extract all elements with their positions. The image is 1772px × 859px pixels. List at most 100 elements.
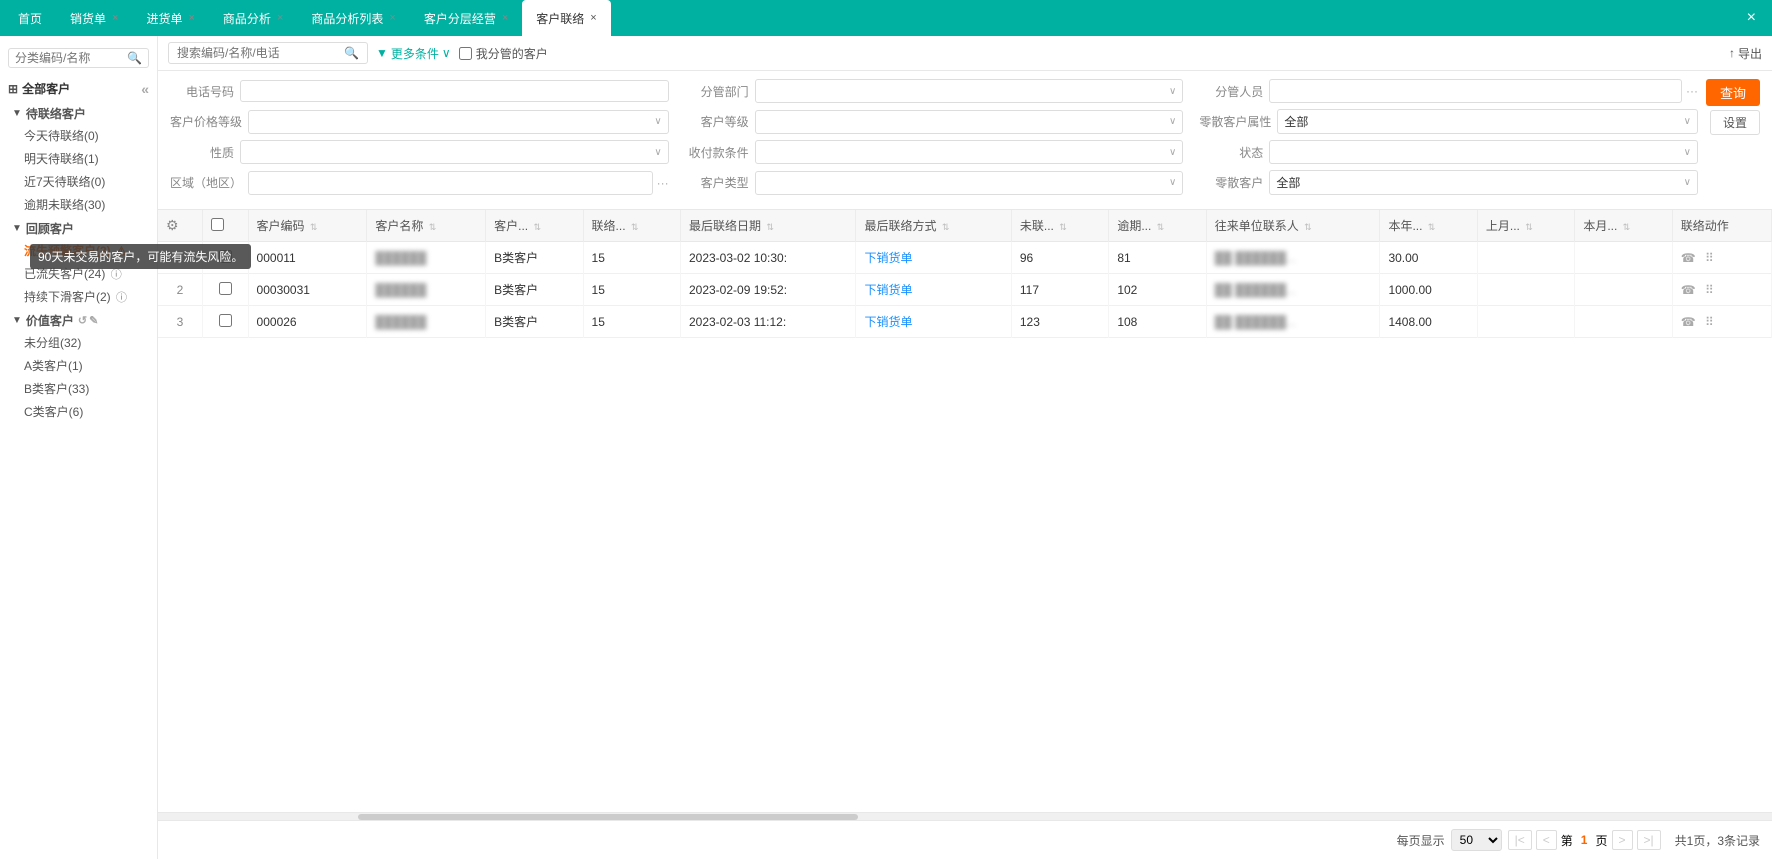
sidebar-item-class-a[interactable]: A类客户(1)	[0, 354, 157, 377]
row-last-method[interactable]: 下销货单	[856, 274, 1011, 306]
close-tab-sales[interactable]: ×	[112, 12, 118, 24]
col-contact[interactable]: 联络... ⇅	[583, 210, 680, 242]
row-last-method[interactable]: 下销货单	[856, 306, 1011, 338]
table-row: 1 000011 ██████ B类客户 15 2023-03-02 10:30…	[158, 242, 1772, 274]
col-last-method[interactable]: 最后联络方式 ⇅	[856, 210, 1011, 242]
dept-select[interactable]: ∨	[755, 79, 1184, 103]
close-tab-customer-contact[interactable]: ×	[590, 12, 596, 24]
sparse-customer-select[interactable]: 全部 ∨	[1269, 170, 1698, 195]
last-page-button[interactable]: >|	[1637, 830, 1661, 850]
search-box[interactable]: 🔍	[168, 42, 368, 64]
row-contacts: ██ ██████...	[1206, 306, 1380, 338]
col-type[interactable]: 客户... ⇅	[486, 210, 583, 242]
col-checkbox[interactable]	[202, 210, 248, 242]
sidebar-item-overdue-contact[interactable]: 逾期未联络(30)	[0, 193, 157, 216]
col-contacts[interactable]: 往来单位联系人 ⇅	[1206, 210, 1380, 242]
action-more-icon[interactable]: ⠿	[1705, 315, 1714, 329]
sidebar-group-lost-customers[interactable]: ▼ 回顾客户	[0, 216, 157, 239]
col-settings[interactable]: ⚙	[158, 210, 202, 242]
manager-select[interactable]	[1269, 79, 1682, 103]
row-checkbox-cell[interactable]	[202, 306, 248, 338]
row-checkbox-cell[interactable]	[202, 274, 248, 306]
payment-select[interactable]: ∨	[755, 140, 1184, 164]
tab-analysis-list[interactable]: 商品分析列表 ×	[297, 0, 409, 36]
col-overdue[interactable]: 逾期... ⇅	[1109, 210, 1206, 242]
sidebar-item-tomorrow[interactable]: 明天待联络(1)	[0, 147, 157, 170]
tab-analysis[interactable]: 商品分析 ×	[209, 0, 297, 36]
settings-button[interactable]: 设置	[1710, 110, 1760, 135]
sidebar-item-week[interactable]: 近7天待联络(0)	[0, 170, 157, 193]
filter-cell-region: 区域（地区） ···	[170, 171, 669, 195]
last-method-link[interactable]: 下销货单	[864, 315, 912, 329]
sidebar-group-value-customers[interactable]: ▼ 价值客户 ↺ ✎	[0, 308, 157, 331]
prev-page-button[interactable]: <	[1536, 830, 1557, 850]
action-more-icon[interactable]: ⠿	[1705, 251, 1714, 265]
tab-purchase[interactable]: 进货单 ×	[132, 0, 208, 36]
col-last-month[interactable]: 上月... ⇅	[1477, 210, 1574, 242]
tab-customer-contact[interactable]: 客户联络 ×	[522, 0, 610, 36]
sidebar-search-box[interactable]: 🔍	[8, 48, 149, 68]
my-customers-checkbox[interactable]	[459, 47, 472, 60]
export-icon: ↑	[1729, 46, 1735, 60]
more-options-icon[interactable]: ···	[1686, 84, 1698, 98]
row-checkbox[interactable]	[219, 314, 232, 327]
scrollbar-thumb[interactable]	[358, 814, 858, 820]
region-more-icon[interactable]: ···	[657, 176, 669, 190]
tab-home[interactable]: 首页	[4, 0, 56, 36]
nature-select[interactable]: ∨	[240, 140, 669, 164]
collapse-sidebar-btn[interactable]: «	[141, 81, 149, 97]
customer-tier-select[interactable]: ∨	[755, 110, 1184, 134]
col-this-month[interactable]: 本月... ⇅	[1575, 210, 1672, 242]
col-uncontacted[interactable]: 未联... ⇅	[1011, 210, 1108, 242]
export-button[interactable]: ↑ 导出	[1729, 45, 1762, 62]
customer-type-select[interactable]: ∨	[755, 171, 1184, 195]
first-page-button[interactable]: |<	[1508, 830, 1532, 850]
action-contact-icon[interactable]: ☎	[1681, 315, 1696, 329]
sidebar-item-declining[interactable]: 持续下滑客户(2) ⓘ	[0, 285, 157, 308]
action-more-icon[interactable]: ⠿	[1705, 283, 1714, 297]
price-tier-select[interactable]: ∨	[248, 110, 669, 134]
close-tab-purchase[interactable]: ×	[188, 12, 194, 24]
col-last-date[interactable]: 最后联络日期 ⇅	[680, 210, 856, 242]
next-page-button[interactable]: >	[1612, 830, 1633, 850]
last-method-link[interactable]: 下销货单	[864, 283, 912, 297]
close-window-btn[interactable]: ×	[1735, 9, 1768, 27]
region-select[interactable]	[248, 171, 653, 195]
close-tab-customer-tier[interactable]: ×	[502, 12, 508, 24]
action-contact-icon[interactable]: ☎	[1681, 251, 1696, 265]
col-this-year[interactable]: 本年... ⇅	[1380, 210, 1477, 242]
row-checkbox[interactable]	[219, 282, 232, 295]
close-tab-analysis[interactable]: ×	[277, 12, 283, 24]
query-button[interactable]: 查询	[1706, 79, 1760, 106]
all-customers-section[interactable]: ⊞ 全部客户 «	[0, 76, 157, 101]
more-filters-button[interactable]: ▼ 更多条件 ∨	[376, 45, 451, 62]
sidebar-item-unsorted[interactable]: 未分组(32)	[0, 331, 157, 354]
status-select[interactable]: ∨	[1269, 140, 1698, 164]
col-code[interactable]: 客户编码 ⇅	[248, 210, 367, 242]
horizontal-scrollbar[interactable]	[158, 812, 1772, 820]
my-customers-checkbox-label[interactable]: 我分管的客户	[459, 45, 548, 62]
sparse-attr-select[interactable]: 全部 ∨	[1277, 109, 1698, 134]
action-contact-icon[interactable]: ☎	[1681, 283, 1696, 297]
sidebar-item-class-b[interactable]: B类客户(33)	[0, 377, 157, 400]
sort-icon: ⇅	[310, 222, 318, 232]
sidebar-search-input[interactable]	[15, 51, 127, 65]
row-last-method[interactable]: 下销货单	[856, 242, 1011, 274]
sidebar-group-pending-contact[interactable]: ▼ 待联络客户	[0, 101, 157, 124]
phone-input[interactable]	[240, 80, 669, 102]
tab-customer-tier[interactable]: 客户分层经营 ×	[410, 0, 522, 36]
filter-row-2: 客户价格等级 ∨ 客户等级 ∨	[170, 109, 1698, 134]
per-page-select[interactable]: 50 100	[1451, 829, 1502, 851]
last-method-link[interactable]: 下销货单	[864, 251, 912, 265]
tab-sales[interactable]: 销货单 ×	[56, 0, 132, 36]
col-name[interactable]: 客户名称 ⇅	[367, 210, 486, 242]
search-button[interactable]: 🔍	[344, 46, 359, 60]
search-input[interactable]	[177, 46, 344, 60]
close-tab-analysis-list[interactable]: ×	[389, 12, 395, 24]
sidebar-item-class-c[interactable]: C类客户(6)	[0, 400, 157, 423]
select-all-checkbox[interactable]	[211, 218, 224, 231]
chevron-down-icon: ∨	[1169, 86, 1176, 97]
sidebar-item-today[interactable]: 今天待联络(0)	[0, 124, 157, 147]
refresh-icon[interactable]: ↺	[78, 314, 87, 327]
edit-group-icon[interactable]: ✎	[89, 314, 98, 327]
